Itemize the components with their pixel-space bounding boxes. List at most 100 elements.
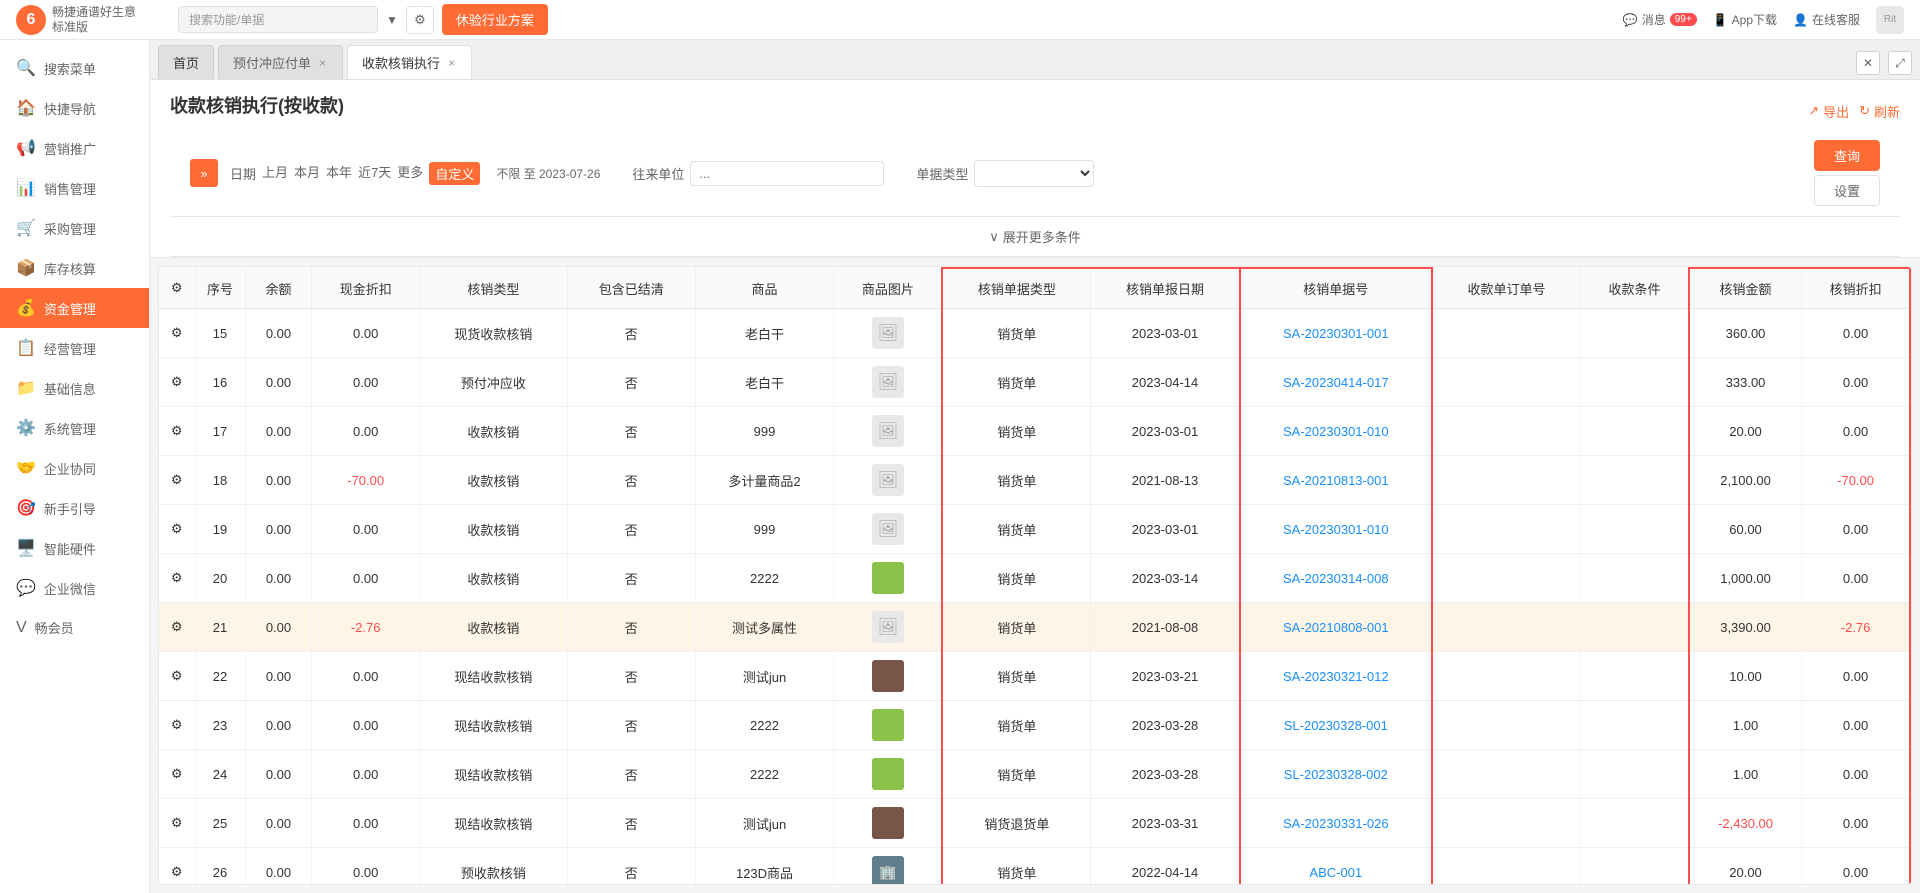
- cell-gear[interactable]: ⚙: [159, 505, 195, 554]
- cell-gear[interactable]: ⚙: [159, 309, 195, 358]
- message-btn[interactable]: 💬 消息 99+: [1623, 11, 1697, 28]
- bill-no-link[interactable]: SA-20230301-010: [1283, 424, 1389, 439]
- query-btn[interactable]: 查询: [1814, 140, 1880, 171]
- filter-toggle-btn[interactable]: »: [190, 159, 218, 187]
- cell-gear[interactable]: ⚙: [159, 554, 195, 603]
- cell-bill-no[interactable]: SA-20230301-010: [1240, 505, 1432, 554]
- cell-cash-discount: 0.00: [312, 407, 419, 456]
- cell-write-off-discount: -2.76: [1802, 603, 1910, 652]
- th-goods-img: 商品图片: [834, 268, 942, 309]
- table-row: ⚙ 16 0.00 0.00 预付冲应收 否 老白干 🖼 销货单 2023-04…: [159, 358, 1910, 407]
- date-link-this-year[interactable]: 本年: [326, 162, 352, 185]
- cell-bill-no[interactable]: SA-20230301-010: [1240, 407, 1432, 456]
- tab-writeoff-close[interactable]: ×: [446, 54, 457, 72]
- search-box[interactable]: 搜索功能/单据: [178, 6, 378, 33]
- sidebar-item-finance[interactable]: 💰 资金管理: [0, 288, 149, 328]
- bill-no-link[interactable]: SA-20230301-001: [1283, 326, 1389, 341]
- cell-bill-no[interactable]: SA-20230321-012: [1240, 652, 1432, 701]
- cell-bill-no[interactable]: SA-20230314-008: [1240, 554, 1432, 603]
- cell-receipt-condition: [1581, 701, 1689, 750]
- export-btn[interactable]: ↗ 导出: [1808, 102, 1849, 121]
- tab-writeoff[interactable]: 收款核销执行 ×: [347, 45, 472, 79]
- dropdown-btn[interactable]: ▼: [386, 13, 398, 27]
- cell-bill-no[interactable]: SA-20230331-026: [1240, 799, 1432, 848]
- date-link-last-month[interactable]: 上月: [262, 162, 288, 185]
- cell-bill-no[interactable]: ABC-001: [1240, 848, 1432, 886]
- th-gear[interactable]: ⚙: [159, 268, 195, 309]
- cell-gear[interactable]: ⚙: [159, 603, 195, 652]
- table-row: ⚙ 22 0.00 0.00 现结收款核销 否 测试jun 销货单 2023-0…: [159, 652, 1910, 701]
- cell-bill-no[interactable]: SA-20230414-017: [1240, 358, 1432, 407]
- tab-prepay[interactable]: 预付冲应付单 ×: [218, 45, 343, 79]
- app-download-btn[interactable]: 📱 App下载: [1713, 11, 1777, 28]
- cell-included: 否: [567, 505, 695, 554]
- cell-gear[interactable]: ⚙: [159, 799, 195, 848]
- table-container[interactable]: ⚙ 序号 余额 现金折扣 核销类型 包含已结清 商品 商品图片 核销单据类型 核…: [158, 266, 1912, 885]
- cell-cash-discount: -2.76: [312, 603, 419, 652]
- sidebar-item-purchase[interactable]: 🛒 采购管理: [0, 208, 149, 248]
- bill-no-link[interactable]: SA-20210813-001: [1283, 473, 1389, 488]
- cell-bill-no[interactable]: SA-20210808-001: [1240, 603, 1432, 652]
- bill-no-link[interactable]: ABC-001: [1309, 865, 1362, 880]
- tab-home[interactable]: 首页: [158, 45, 214, 79]
- cell-bill-no[interactable]: SA-20210813-001: [1240, 456, 1432, 505]
- sidebar-item-guide[interactable]: 🎯 新手引导: [0, 488, 149, 528]
- cell-gear[interactable]: ⚙: [159, 848, 195, 886]
- cell-receipt-order-no: [1432, 358, 1581, 407]
- sidebar-item-marketing[interactable]: 📢 营销推广: [0, 128, 149, 168]
- online-service-btn[interactable]: 👤 在线客服: [1793, 11, 1860, 28]
- sidebar-item-cooperation[interactable]: 🤝 企业协同: [0, 448, 149, 488]
- cell-gear[interactable]: ⚙: [159, 456, 195, 505]
- sidebar-item-inventory[interactable]: 📦 库存核算: [0, 248, 149, 288]
- cell-bill-no[interactable]: SL-20230328-001: [1240, 701, 1432, 750]
- cell-gear[interactable]: ⚙: [159, 750, 195, 799]
- bill-no-link[interactable]: SA-20230314-008: [1283, 571, 1389, 586]
- date-link-this-month[interactable]: 本月: [294, 162, 320, 185]
- sidebar-item-system[interactable]: ⚙️ 系统管理: [0, 408, 149, 448]
- bill-no-link[interactable]: SA-20210808-001: [1283, 620, 1389, 635]
- bill-type-select[interactable]: [974, 160, 1094, 187]
- wechat-icon: 💬: [16, 578, 36, 598]
- tab-close-btn[interactable]: ✕: [1856, 51, 1880, 75]
- refresh-btn[interactable]: ↻ 刷新: [1859, 102, 1900, 121]
- sidebar-item-basic[interactable]: 📁 基础信息: [0, 368, 149, 408]
- date-link-7days[interactable]: 近7天: [358, 162, 391, 185]
- setting-btn[interactable]: 设置: [1814, 175, 1880, 206]
- cell-gear[interactable]: ⚙: [159, 407, 195, 456]
- industry-btn[interactable]: 休验行业方案: [442, 4, 548, 35]
- logo-text: 畅捷通谱好生意 标准版: [52, 5, 136, 34]
- sidebar-item-sales[interactable]: 📊 销售管理: [0, 168, 149, 208]
- bill-no-link[interactable]: SL-20230328-001: [1284, 718, 1388, 733]
- sidebar-item-member[interactable]: V 畅会员: [0, 608, 149, 647]
- sidebar-item-quick[interactable]: 🏠 快捷导航: [0, 88, 149, 128]
- cell-receipt-condition: [1581, 407, 1689, 456]
- settings-gear-icon[interactable]: ⚙: [406, 6, 434, 34]
- bill-no-link[interactable]: SL-20230328-002: [1284, 767, 1388, 782]
- cell-write-off-type: 收款核销: [419, 505, 567, 554]
- date-link-more[interactable]: 更多: [397, 162, 423, 185]
- table-row: ⚙ 18 0.00 -70.00 收款核销 否 多计量商品2 🖼 销货单 202…: [159, 456, 1910, 505]
- table-row: ⚙ 26 0.00 0.00 预收款核销 否 123D商品 🏢 销货单 2022…: [159, 848, 1910, 886]
- app-icon: 📱: [1713, 13, 1728, 27]
- sidebar-item-business[interactable]: 📋 经营管理: [0, 328, 149, 368]
- user-avatar[interactable]: Rit: [1876, 6, 1904, 34]
- cell-write-off-discount: 0.00: [1802, 750, 1910, 799]
- cell-gear[interactable]: ⚙: [159, 652, 195, 701]
- sidebar-item-wechat[interactable]: 💬 企业微信: [0, 568, 149, 608]
- cell-goods: 2222: [695, 554, 834, 603]
- tab-prepay-close[interactable]: ×: [317, 54, 328, 72]
- bill-no-link[interactable]: SA-20230331-026: [1283, 816, 1389, 831]
- sidebar-item-hardware[interactable]: 🖥️ 智能硬件: [0, 528, 149, 568]
- cell-bill-no[interactable]: SA-20230301-001: [1240, 309, 1432, 358]
- tab-expand-btn[interactable]: ⤢: [1888, 51, 1912, 75]
- bill-no-link[interactable]: SA-20230301-010: [1283, 522, 1389, 537]
- sidebar-item-search[interactable]: 🔍 搜索菜单: [0, 48, 149, 88]
- cell-bill-no[interactable]: SL-20230328-002: [1240, 750, 1432, 799]
- cell-gear[interactable]: ⚙: [159, 701, 195, 750]
- cell-gear[interactable]: ⚙: [159, 358, 195, 407]
- date-link-custom[interactable]: 自定义: [429, 162, 480, 185]
- bill-no-link[interactable]: SA-20230321-012: [1283, 669, 1389, 684]
- bill-no-link[interactable]: SA-20230414-017: [1283, 375, 1389, 390]
- expand-more-btn[interactable]: ∨ 展开更多条件: [989, 227, 1081, 246]
- counterpart-input[interactable]: [690, 161, 884, 186]
